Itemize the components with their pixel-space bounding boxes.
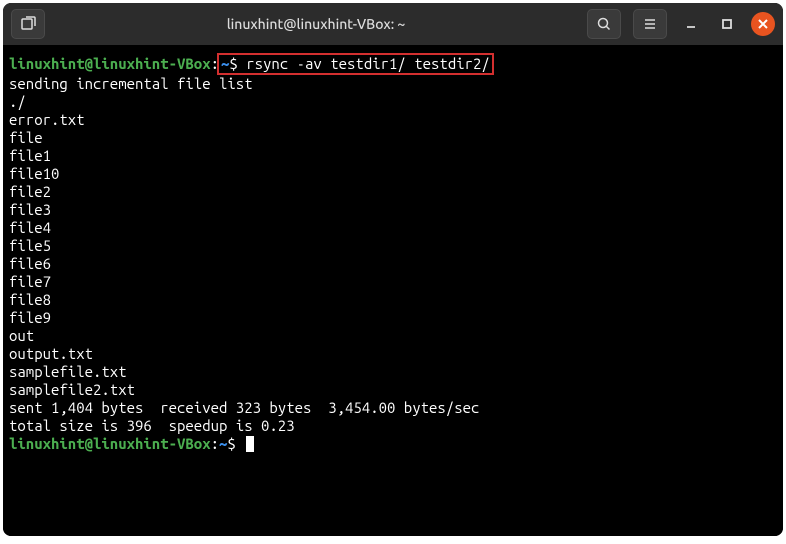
minimize-button[interactable] bbox=[679, 12, 703, 36]
output-line: output.txt bbox=[9, 345, 777, 363]
command-highlight: ~$ rsync -av testdir1/ testdir2/ bbox=[217, 53, 494, 75]
close-button[interactable] bbox=[751, 12, 775, 36]
prompt-user-host: linuxhint@linuxhint-VBox bbox=[9, 55, 211, 72]
prompt-line-1: linuxhint@linuxhint-VBox:~$ rsync -av te… bbox=[9, 53, 777, 75]
output-line: file7 bbox=[9, 273, 777, 291]
output-line: sent 1,404 bytes received 323 bytes 3,45… bbox=[9, 399, 777, 417]
command-text: rsync -av testdir1/ testdir2/ bbox=[238, 55, 490, 72]
terminal-content[interactable]: linuxhint@linuxhint-VBox:~$ rsync -av te… bbox=[3, 45, 783, 536]
output-line: sending incremental file list bbox=[9, 75, 777, 93]
search-button[interactable] bbox=[587, 9, 621, 39]
cursor bbox=[246, 436, 254, 452]
output-line: file8 bbox=[9, 291, 777, 309]
prompt-dollar: $ bbox=[229, 55, 237, 72]
output-line: total size is 396 speedup is 0.23 bbox=[9, 417, 777, 435]
output-line: out bbox=[9, 327, 777, 345]
new-tab-button[interactable] bbox=[11, 9, 45, 39]
output-line: file4 bbox=[9, 219, 777, 237]
output-line: samplefile2.txt bbox=[9, 381, 777, 399]
prompt-colon: : bbox=[211, 435, 219, 452]
output-line: file6 bbox=[9, 255, 777, 273]
prompt-user-host: linuxhint@linuxhint-VBox bbox=[9, 435, 211, 452]
maximize-button[interactable] bbox=[715, 12, 739, 36]
output-line: file2 bbox=[9, 183, 777, 201]
output-line: file5 bbox=[9, 237, 777, 255]
output-line: file10 bbox=[9, 165, 777, 183]
menu-button[interactable] bbox=[633, 9, 667, 39]
output-line: file3 bbox=[9, 201, 777, 219]
output-line: file9 bbox=[9, 309, 777, 327]
prompt-dollar: $ bbox=[227, 435, 235, 452]
output-line: file bbox=[9, 129, 777, 147]
window-title: linuxhint@linuxhint-VBox: ~ bbox=[51, 16, 581, 32]
output-line: file1 bbox=[9, 147, 777, 165]
output-line: ./ bbox=[9, 93, 777, 111]
terminal-window: linuxhint@linuxhint-VBox: ~ linuxhint@li… bbox=[3, 3, 783, 536]
output-line: samplefile.txt bbox=[9, 363, 777, 381]
output-line: error.txt bbox=[9, 111, 777, 129]
titlebar: linuxhint@linuxhint-VBox: ~ bbox=[3, 3, 783, 45]
prompt-line-2: linuxhint@linuxhint-VBox:~$ bbox=[9, 435, 777, 453]
